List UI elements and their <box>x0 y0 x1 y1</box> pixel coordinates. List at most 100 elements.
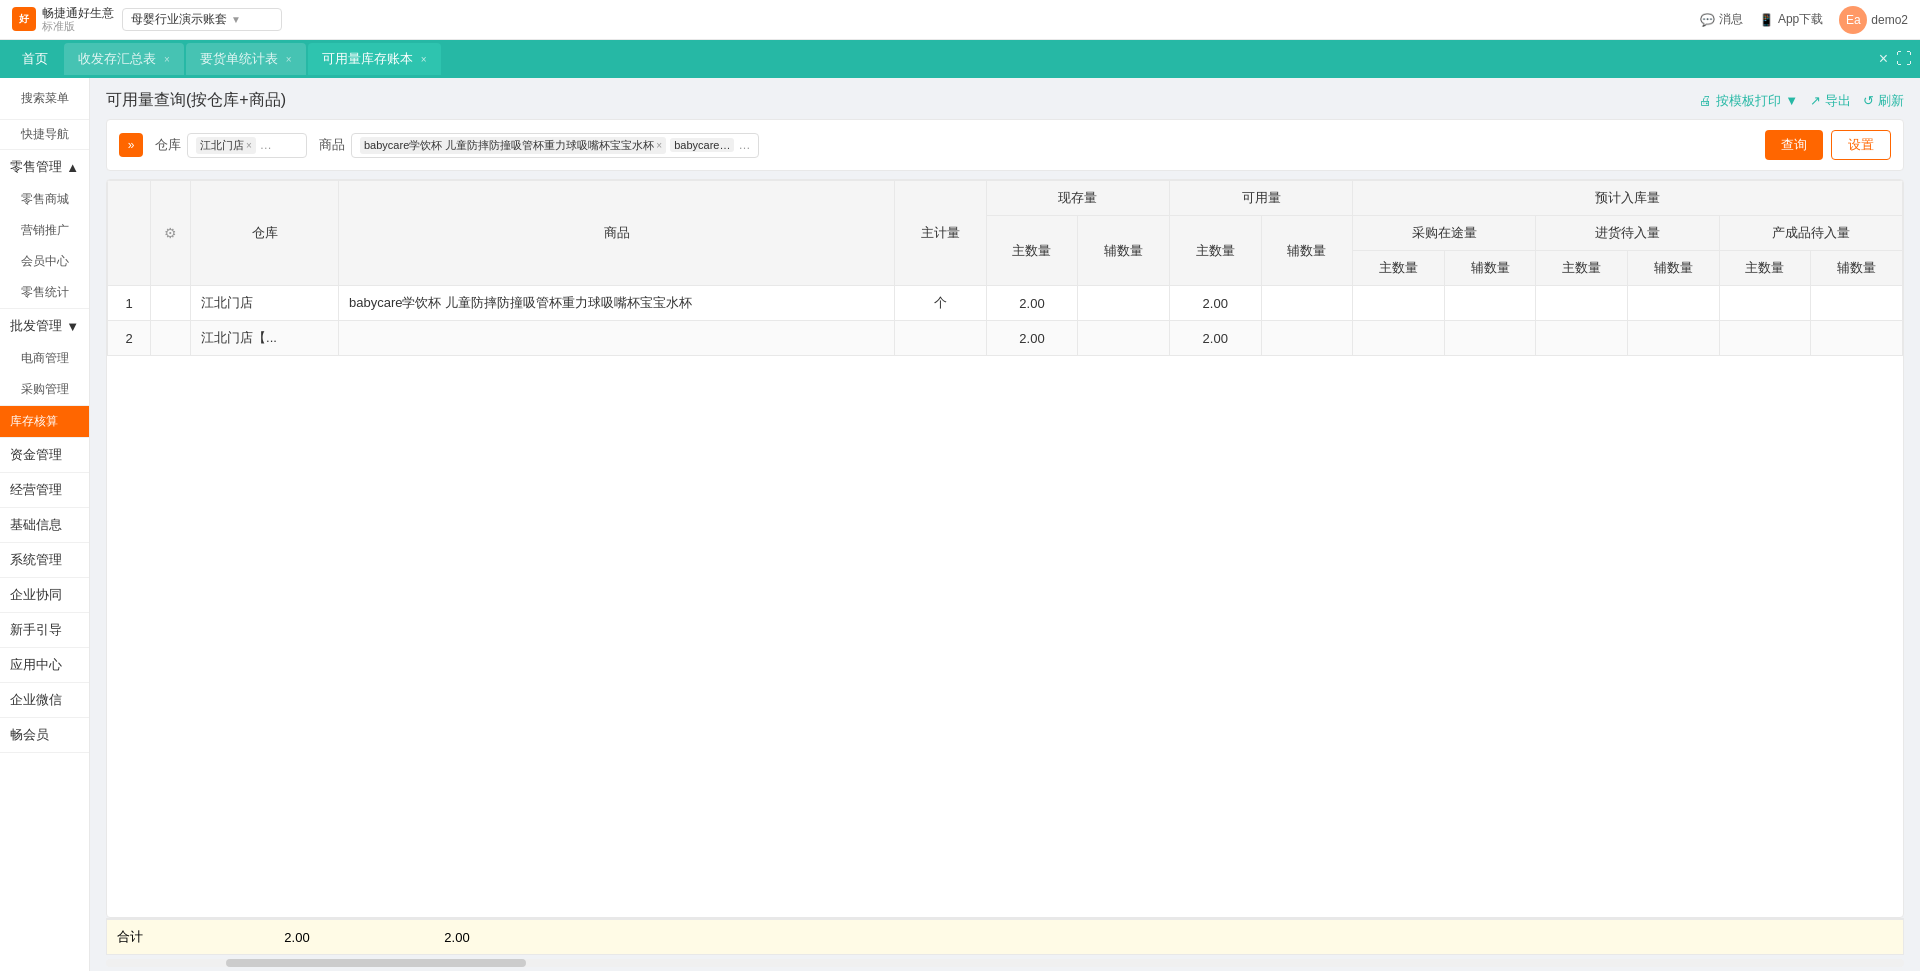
sidebar-group-appstore: 应用中心 <box>0 648 89 683</box>
logo-text: 畅捷通好生意 标准版 <box>42 6 114 34</box>
tab-home[interactable]: 首页 <box>8 43 62 75</box>
sidebar-group-operations: 经营管理 <box>0 473 89 508</box>
col-finished-header: 产成品待入量 <box>1719 216 1902 251</box>
product-input[interactable]: babycare学饮杯 儿童防摔防撞吸管杯重力球吸嘴杯宝宝水杯 × babyca… <box>351 133 759 158</box>
sidebar-group-finance: 资金管理 <box>0 438 89 473</box>
app-logo-icon: 好 <box>12 7 36 31</box>
col-stock-main-header: 主数量 <box>986 216 1078 286</box>
page-actions: 🖨 按模板打印 ▼ ↗ 导出 ↺ 刷新 <box>1699 92 1904 110</box>
sidebar-group-system-title[interactable]: 系统管理 <box>0 543 89 577</box>
sidebar-group-basic: 基础信息 <box>0 508 89 543</box>
page-header: 可用量查询(按仓库+商品) 🖨 按模板打印 ▼ ↗ 导出 ↺ 刷新 <box>90 78 1920 119</box>
warehouse-filter: 仓库 江北门店 × … <box>155 133 307 158</box>
search-menu-button[interactable]: 搜索菜单 <box>8 86 81 111</box>
user-avatar-button[interactable]: Ea demo2 <box>1839 6 1908 34</box>
logo-area: 好 畅捷通好生意 标准版 <box>12 6 114 34</box>
chevron-down-icon: ▼ <box>1785 93 1798 108</box>
export-icon: ↗ <box>1810 93 1821 108</box>
sidebar-group-vip-title[interactable]: 畅会员 <box>0 718 89 752</box>
sidebar-group-enterprise-title[interactable]: 企业协同 <box>0 578 89 612</box>
print-button[interactable]: 🖨 按模板打印 ▼ <box>1699 92 1798 110</box>
sidebar-group-operations-title[interactable]: 经营管理 <box>0 473 89 507</box>
sidebar-group-retail-title[interactable]: 零售管理 ▲ <box>0 150 89 184</box>
col-pt-aux-header: 辅数量 <box>1444 251 1536 286</box>
message-icon: 💬 <box>1700 13 1715 27</box>
sidebar-item-retail-stats[interactable]: 零售统计 <box>0 277 89 308</box>
top-bar: 好 畅捷通好生意 标准版 母婴行业演示账套 ▼ 💬 消息 📱 App下载 Ea … <box>0 0 1920 40</box>
cell-stock-main: 2.00 <box>986 321 1078 356</box>
sidebar-item-inventory[interactable]: 库存核算 <box>0 406 89 437</box>
tab-order[interactable]: 要货单统计表 × <box>186 43 306 75</box>
export-button[interactable]: ↗ 导出 <box>1810 92 1851 110</box>
sidebar-item-retail-marketing[interactable]: 营销推广 <box>0 215 89 246</box>
sidebar-group-wholesale-title[interactable]: 批发管理 ▼ <box>0 309 89 343</box>
horizontal-scrollbar[interactable] <box>106 959 1904 967</box>
sidebar-group-system: 系统管理 <box>0 543 89 578</box>
col-available-aux-header: 辅数量 <box>1261 216 1353 286</box>
sidebar-group-finance-title[interactable]: 资金管理 <box>0 438 89 472</box>
warehouse-remove-icon[interactable]: × <box>246 140 252 151</box>
app-download-button[interactable]: 📱 App下载 <box>1759 11 1823 28</box>
cell-in-main <box>1536 286 1628 321</box>
product-tag-2: babycare… <box>670 138 734 152</box>
avatar: Ea <box>1839 6 1867 34</box>
sidebar-group-appstore-title[interactable]: 应用中心 <box>0 648 89 682</box>
cell-warehouse: 江北门店【... <box>191 321 339 356</box>
query-button[interactable]: 查询 <box>1765 130 1823 160</box>
tab-available[interactable]: 可用量库存账本 × <box>308 43 441 75</box>
tab-maximize-button[interactable]: ⛶ <box>1896 50 1912 68</box>
footer-total-label: 合计 <box>117 928 257 946</box>
chevron-down-icon: ▼ <box>231 14 241 25</box>
col-forecast-header: 预计入库量 <box>1353 181 1903 216</box>
col-available-header: 可用量 <box>1169 181 1352 216</box>
sidebar-group-basic-title[interactable]: 基础信息 <box>0 508 89 542</box>
sidebar-item-purchase[interactable]: 采购管理 <box>0 374 89 405</box>
main-layout: 搜索菜单 快捷导航 零售管理 ▲ 零售商城 营销推广 会员中心 零售统计 批发管… <box>0 78 1920 971</box>
product-more-icon[interactable]: … <box>738 138 750 152</box>
col-available-main-header: 主数量 <box>1169 216 1261 286</box>
settings-button[interactable]: 设置 <box>1831 130 1891 160</box>
tab-bar-controls: × ⛶ <box>1879 50 1920 68</box>
sidebar-item-retail-member[interactable]: 会员中心 <box>0 246 89 277</box>
quick-nav-button[interactable]: 快捷导航 <box>0 120 89 150</box>
sidebar-group-guide-title[interactable]: 新手引导 <box>0 613 89 647</box>
sidebar-group-wecom-title[interactable]: 企业微信 <box>0 683 89 717</box>
cell-pt-main <box>1353 286 1445 321</box>
message-button[interactable]: 💬 消息 <box>1700 11 1743 28</box>
inventory-table: ⚙ 仓库 商品 主计量 现存量 可用量 预计入库量 主数量 辅数量 主数量 辅数… <box>107 180 1903 356</box>
sidebar-search-area: 搜索菜单 <box>0 78 89 120</box>
filter-expand-button[interactable]: » <box>119 133 143 157</box>
warehouse-tag: 江北门店 × <box>196 137 256 154</box>
cell-available-main: 2.00 <box>1169 286 1261 321</box>
table-settings-icon[interactable]: ⚙ <box>164 225 177 241</box>
tab-close-icon[interactable]: × <box>286 54 292 65</box>
cell-in-main <box>1536 321 1628 356</box>
cell-stock-main: 2.00 <box>986 286 1078 321</box>
tenant-selector[interactable]: 母婴行业演示账套 ▼ <box>122 8 282 31</box>
cell-fin-aux <box>1811 286 1903 321</box>
col-settings-header[interactable]: ⚙ <box>151 181 191 286</box>
tab-close-all-button[interactable]: × <box>1879 50 1888 68</box>
col-fin-main-header: 主数量 <box>1719 251 1811 286</box>
sidebar-group-enterprise: 企业协同 <box>0 578 89 613</box>
tab-close-icon[interactable]: × <box>164 54 170 65</box>
sidebar-group-inventory: 库存核算 <box>0 406 89 438</box>
cell-mainunit: 个 <box>895 286 987 321</box>
col-stock-header: 现存量 <box>986 181 1169 216</box>
col-product-header: 商品 <box>339 181 895 286</box>
cell-available-aux <box>1261 321 1353 356</box>
refresh-button[interactable]: ↺ 刷新 <box>1863 92 1904 110</box>
tab-close-icon[interactable]: × <box>421 54 427 65</box>
warehouse-more-icon[interactable]: … <box>260 138 272 152</box>
cell-available-aux <box>1261 286 1353 321</box>
tab-receive[interactable]: 收发存汇总表 × <box>64 43 184 75</box>
cell-pt-main <box>1353 321 1445 356</box>
sidebar-item-retail-mall[interactable]: 零售商城 <box>0 184 89 215</box>
product-remove-icon-1[interactable]: × <box>656 140 662 151</box>
scroll-thumb[interactable] <box>226 959 526 967</box>
warehouse-input[interactable]: 江北门店 × … <box>187 133 307 158</box>
sidebar-item-ecommerce[interactable]: 电商管理 <box>0 343 89 374</box>
cell-fin-main <box>1719 286 1811 321</box>
filter-area: » 仓库 江北门店 × … 商品 babycare学饮杯 儿童防摔防撞吸管杯重力… <box>106 119 1904 171</box>
page-title: 可用量查询(按仓库+商品) <box>106 90 286 111</box>
